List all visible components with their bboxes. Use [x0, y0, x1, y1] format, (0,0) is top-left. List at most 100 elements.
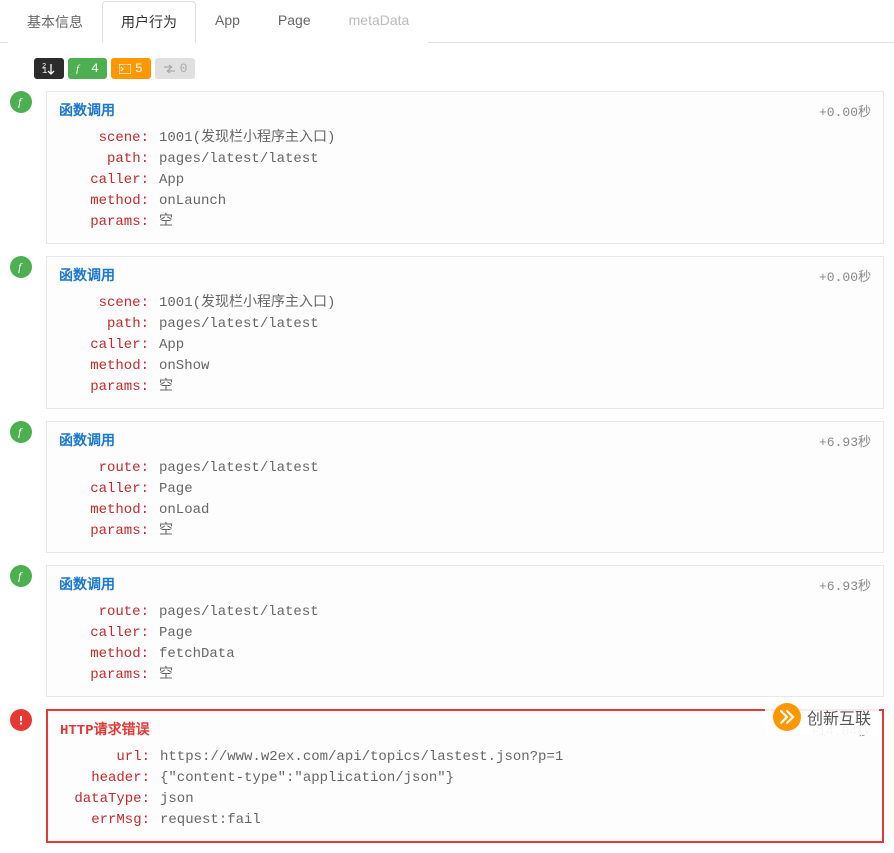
- event-row: dataType:json: [60, 789, 870, 810]
- event-item: f 函数调用 +6.93秒 route:pages/latest/latestcall…: [10, 565, 884, 697]
- event-value: 1001(发现栏小程序主入口): [159, 128, 335, 149]
- filter-console-count: 5: [135, 61, 143, 76]
- function-icon: f: [10, 91, 32, 113]
- event-title: 函数调用: [59, 430, 115, 450]
- event-key: dataType:: [60, 789, 160, 810]
- tab-page[interactable]: Page: [259, 1, 330, 43]
- content-area: 12 f 4 5 0 f函数调用+0.00秒scene:1001(发现栏小程序主…: [0, 43, 894, 853]
- event-row: params:空: [59, 212, 871, 233]
- svg-text:2: 2: [42, 63, 46, 71]
- event-title: 函数调用: [59, 574, 115, 594]
- event-key: caller:: [59, 479, 159, 500]
- event-row: method:onLoad: [59, 500, 871, 521]
- tabs-bar: 基本信息 用户行为 App Page metaData: [0, 0, 894, 43]
- filter-console[interactable]: 5: [111, 58, 151, 79]
- event-row: scene:1001(发现栏小程序主入口): [59, 293, 871, 314]
- event-row: params:空: [59, 665, 871, 686]
- event-card[interactable]: 函数调用+0.00秒scene:1001(发现栏小程序主入口)path:page…: [46, 256, 884, 409]
- tab-app[interactable]: App: [196, 1, 259, 43]
- event-value: App: [159, 170, 184, 191]
- svg-text:f: f: [18, 570, 23, 582]
- event-title: HTTP请求错误: [60, 719, 150, 739]
- console-icon: [119, 64, 131, 74]
- event-item: f函数调用+0.00秒scene:1001(发现栏小程序主入口)path:pag…: [10, 256, 884, 409]
- event-value: Page: [159, 623, 193, 644]
- event-row: caller:Page: [59, 623, 871, 644]
- event-value: 空: [159, 212, 173, 233]
- event-row: scene:1001(发现栏小程序主入口): [59, 128, 871, 149]
- event-key: caller:: [59, 170, 159, 191]
- tab-user-behavior[interactable]: 用户行为: [102, 1, 196, 43]
- event-key: params:: [59, 521, 159, 542]
- event-key: caller:: [59, 623, 159, 644]
- filter-function-count: 4: [91, 61, 99, 76]
- filter-network[interactable]: 0: [155, 58, 196, 79]
- event-list: f函数调用+0.00秒scene:1001(发现栏小程序主入口)path:pag…: [10, 91, 884, 843]
- event-key: scene:: [59, 293, 159, 314]
- event-value: 空: [159, 377, 173, 398]
- event-time: +0.00秒: [819, 101, 871, 120]
- event-card[interactable]: 函数调用 +0.00秒 scene:1001(发现栏小程序主入口)path:page…: [46, 91, 884, 244]
- event-value: pages/latest/latest: [159, 149, 319, 170]
- event-row: params:空: [59, 377, 871, 398]
- event-value: {"content-type":"application/json"}: [160, 768, 454, 789]
- filter-function[interactable]: f 4: [68, 58, 107, 79]
- event-key: path:: [59, 149, 159, 170]
- event-row: route:pages/latest/latest: [59, 458, 871, 479]
- event-key: method:: [59, 356, 159, 377]
- event-header: 函数调用+6.93秒: [59, 430, 871, 450]
- event-time: +6.93秒: [819, 575, 871, 594]
- event-value: Page: [159, 479, 193, 500]
- event-card[interactable]: HTTP请求错误+14.04秒url:https://www.w2ex.com/…: [46, 709, 884, 843]
- event-header: 函数调用 +0.00秒: [59, 100, 871, 120]
- event-item: f 函数调用+6.93秒 route:pages/latest/latestcall…: [10, 421, 884, 553]
- event-row: caller:Page: [59, 479, 871, 500]
- event-key: params:: [59, 665, 159, 686]
- svg-text:f: f: [76, 63, 81, 74]
- event-key: params:: [59, 377, 159, 398]
- event-value: onLoad: [159, 500, 209, 521]
- event-row: method:fetchData: [59, 644, 871, 665]
- event-key: method:: [59, 500, 159, 521]
- event-row: header:{"content-type":"application/json…: [60, 768, 870, 789]
- event-value: onShow: [159, 356, 209, 377]
- event-value: pages/latest/latest: [159, 458, 319, 479]
- filter-bar: 12 f 4 5 0: [34, 58, 884, 79]
- event-key: method:: [59, 644, 159, 665]
- event-key: method:: [59, 191, 159, 212]
- event-item: HTTP请求错误+14.04秒url:https://www.w2ex.com/…: [10, 709, 884, 843]
- event-card[interactable]: 函数调用+6.93秒 route:pages/latest/latestcalle…: [46, 421, 884, 553]
- event-row: method:onLaunch: [59, 191, 871, 212]
- event-header: 函数调用 +6.93秒: [59, 574, 871, 594]
- event-value: fetchData: [159, 644, 235, 665]
- event-key: errMsg:: [60, 810, 160, 831]
- event-value: json: [160, 789, 194, 810]
- svg-text:f: f: [18, 426, 23, 438]
- event-key: route:: [59, 458, 159, 479]
- event-value: request:fail: [160, 810, 261, 831]
- event-card[interactable]: 函数调用 +6.93秒 route:pages/latest/latestcalle…: [46, 565, 884, 697]
- event-row: caller:App: [59, 335, 871, 356]
- network-icon: [163, 64, 176, 74]
- event-header: HTTP请求错误+14.04秒: [60, 719, 870, 739]
- error-icon: [10, 709, 32, 731]
- event-header: 函数调用+0.00秒: [59, 265, 871, 285]
- function-icon: f: [10, 256, 32, 278]
- tab-metadata: metaData: [330, 1, 429, 43]
- function-icon: f: [10, 421, 32, 443]
- event-value: App: [159, 335, 184, 356]
- event-value: 1001(发现栏小程序主入口): [159, 293, 335, 314]
- event-row: params:空: [59, 521, 871, 542]
- event-title: 函数调用: [59, 100, 115, 120]
- event-value: https://www.w2ex.com/api/topics/lastest.…: [160, 747, 563, 768]
- event-time: +0.00秒: [819, 266, 871, 285]
- event-row: route:pages/latest/latest: [59, 602, 871, 623]
- event-row: method:onShow: [59, 356, 871, 377]
- tab-basic-info[interactable]: 基本信息: [8, 1, 102, 43]
- svg-text:f: f: [18, 96, 23, 108]
- sort-toggle[interactable]: 12: [34, 58, 64, 79]
- event-key: scene:: [59, 128, 159, 149]
- event-key: header:: [60, 768, 160, 789]
- event-value: 空: [159, 521, 173, 542]
- event-key: path:: [59, 314, 159, 335]
